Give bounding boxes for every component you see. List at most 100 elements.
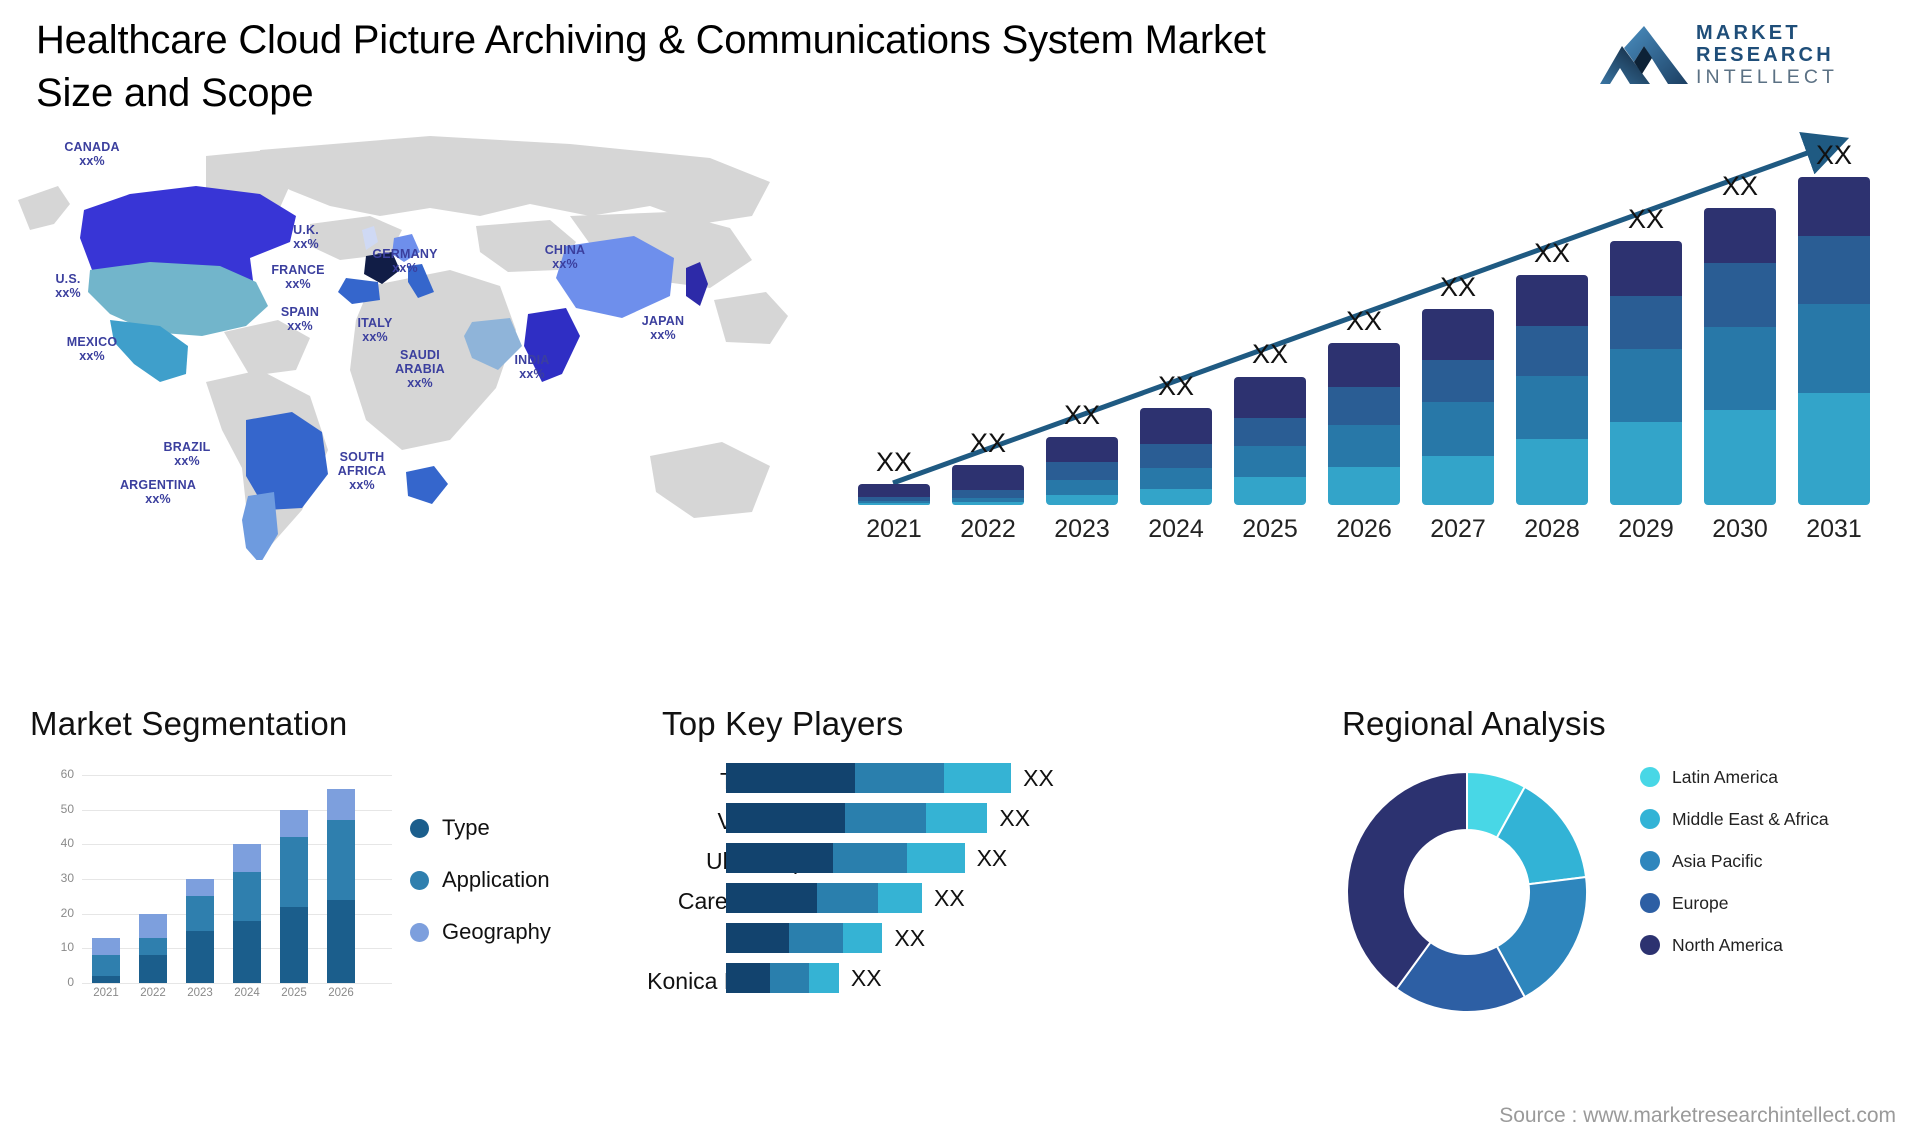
legend-swatch-icon [410,870,429,890]
key-player-bar-segment [844,803,926,833]
map-label-u-k-: U.K. xx% [293,223,319,251]
x-axis-tick-label: 2024 [234,987,260,999]
key-player-bar [726,883,922,913]
legend-swatch-icon [410,922,429,942]
segmentation-bar-segment [139,937,167,956]
key-player-value-label: XX [999,805,1031,831]
growth-year-label: 2024 [1148,515,1204,543]
key-player-bar-segment [842,923,883,953]
map-label-saudi-arabia: SAUDI ARABIA xx% [395,348,445,390]
y-axis-tick-label: 40 [60,836,74,851]
segmentation-legend-label: Type [442,815,490,840]
growth-bars-group: XX XX XX XX XX XX XX XX XX XX XX [840,140,1905,505]
legend-swatch-icon [1640,935,1660,955]
growth-bar-segment [1516,375,1588,439]
regional-analysis-panel: Regional Analysis Latin America Middle Ea… [1280,705,1910,1105]
segmentation-bar [233,844,261,983]
growth-bar [1140,407,1212,505]
key-player-value-label: XX [894,925,926,951]
growth-bar-segment [1516,438,1588,505]
map-label-india: INDIA xx% [514,353,550,381]
growth-bar-segment [1422,309,1494,361]
growth-bar [1798,177,1870,505]
key-player-bar-segment [817,883,879,913]
segmentation-bar [139,913,167,983]
map-label-mexico: MEXICO xx% [66,335,118,363]
growth-bar [952,465,1024,505]
key-player-bar-segment [726,803,845,833]
regional-legend-item: North America [1640,935,1890,955]
map-country-spain [338,278,380,304]
growth-bar-segment [1328,343,1400,387]
growth-year-label: 2028 [1524,515,1580,543]
growth-bar [1234,376,1306,505]
regional-legend: Latin America Middle East & Africa Asia Pa… [1640,767,1890,977]
growth-bar-segment [1516,275,1588,327]
x-axis-tick-label: 2023 [187,987,213,999]
growth-bar [1516,275,1588,505]
y-axis-tick-label: 10 [60,940,74,955]
growth-bar-segment [1610,241,1682,297]
segmentation-title: Market Segmentation [30,705,348,742]
map-country-south-africa [406,466,448,504]
growth-year-label: 2021 [866,515,922,543]
key-player-value-label: XX [1023,765,1054,791]
legend-swatch-icon [410,818,429,838]
growth-bar-segment [1140,443,1212,469]
segmentation-bar-segment [327,899,355,983]
segmentation-legend-label: Geography [442,919,551,944]
growth-year-label: 2022 [960,515,1016,543]
growth-year-label: 2031 [1806,515,1862,543]
world-map-panel: CANADA xx% U.S. xx% MEXICO xx% BRAZIL xx% AR… [10,120,830,560]
segmentation-bar [92,937,120,983]
growth-year-label: 2027 [1430,515,1486,543]
growth-value-label: XX [1157,370,1195,401]
growth-bar-segment [1704,410,1776,505]
key-player-value-label: XX [850,965,882,991]
key-player-bar-segment [907,843,965,873]
map-label-south-africa: SOUTH AFRICA xx% [337,450,387,492]
segmentation-bar-segment [139,955,167,983]
growth-bar-segment [1140,468,1212,489]
y-axis-tick-label: 0 [67,975,74,989]
growth-bar-segment [1704,327,1776,411]
market-growth-chart: XX XX XX XX XX XX XX XX XX XX XX 2021 2022 2023 2024 2… [835,125,1910,550]
logo-line-research: RESEARCH [1696,44,1834,66]
logo-wordmark: MARKET RESEARCH INTELLECT [1696,22,1906,88]
key-player-bar [726,803,988,833]
growth-bar-segment [1422,455,1494,505]
growth-bar-segment [1046,480,1118,495]
growth-bar [1328,343,1400,505]
header: Healthcare Cloud Picture Archiving & Com… [0,0,1920,120]
key-player-bar-segment [809,963,839,993]
source-credit: Source : www.marketresearchintellect.com [1499,1104,1896,1127]
growth-bar-segment [952,489,1024,499]
growth-bar-segment [1610,421,1682,505]
growth-bar-segment [1422,360,1494,402]
key-player-bar-segment [832,843,908,873]
growth-bar-segment [952,502,1024,505]
growth-value-label: XX [875,447,913,478]
key-player-bar-segment [769,963,810,993]
x-axis-tick-label: 2026 [328,987,354,999]
top-key-players-panel: Top Key Players TelemisXXVEPROXXUltraLin… [640,705,1260,1105]
segmentation-legend-item: Geography [410,919,551,945]
growth-value-label: XX [1815,140,1853,170]
growth-bar-segment [1046,436,1118,462]
growth-bar [1610,241,1682,505]
growth-bar-segment [1234,376,1306,419]
growth-bar-segment [1610,296,1682,350]
growth-bar-segment [1422,401,1494,456]
key-player-bar-segment [789,923,843,953]
growth-bar-segment [1516,326,1588,376]
segmentation-plot: 0 10 20 30 40 50 60 2021 2022 2023 2024 2025 2026 [61,767,392,999]
growth-value-label: XX [1721,171,1759,202]
growth-bar-segment [1234,476,1306,505]
growth-value-label: XX [1533,238,1571,269]
x-axis-tick-label: 2022 [140,987,166,999]
key-players-title: Top Key Players [662,705,904,742]
segmentation-bar-segment [92,955,120,977]
key-player-bar-segment [726,963,770,993]
segmentation-legend: Type Application Geography [410,815,551,971]
regional-legend-label: North America [1672,935,1783,955]
